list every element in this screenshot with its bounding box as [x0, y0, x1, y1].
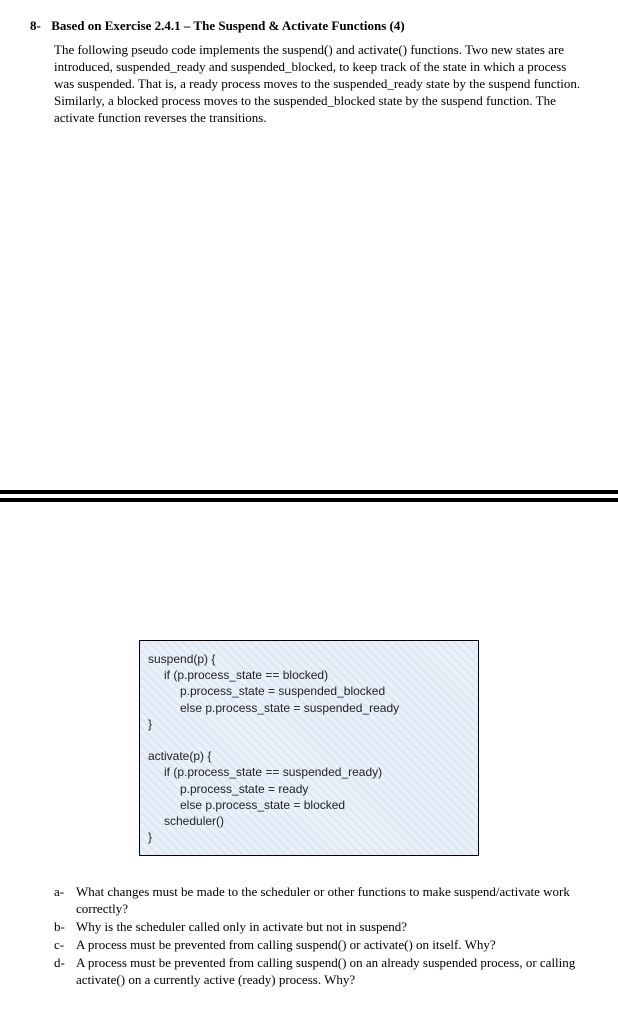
- question-text: Why is the scheduler called only in acti…: [76, 919, 588, 936]
- code-line: p.process_state = suspended_blocked: [148, 683, 470, 699]
- code-line: if (p.process_state == blocked): [148, 667, 470, 683]
- question-title: Based on Exercise 2.4.1 – The Suspend & …: [51, 18, 404, 33]
- question-label: d-: [54, 955, 76, 989]
- divider-line-1: [0, 490, 618, 494]
- intro-paragraph: The following pseudo code implements the…: [54, 42, 588, 126]
- page-divider: [0, 490, 618, 506]
- subquestions: a- What changes must be made to the sche…: [54, 884, 588, 988]
- question-number: 8-: [30, 18, 48, 34]
- code-line: }: [148, 716, 470, 732]
- question-b: b- Why is the scheduler called only in a…: [54, 919, 588, 936]
- question-label: b-: [54, 919, 76, 936]
- code-line: else p.process_state = blocked: [148, 797, 470, 813]
- question-a: a- What changes must be made to the sche…: [54, 884, 588, 918]
- question-heading: 8- Based on Exercise 2.4.1 – The Suspend…: [30, 18, 588, 34]
- page-bottom: suspend(p) { if (p.process_state == bloc…: [0, 640, 618, 990]
- pseudocode-box: suspend(p) { if (p.process_state == bloc…: [139, 640, 479, 856]
- page-top: 8- Based on Exercise 2.4.1 – The Suspend…: [0, 0, 618, 126]
- question-text: What changes must be made to the schedul…: [76, 884, 588, 918]
- divider-line-2: [0, 498, 618, 502]
- question-d: d- A process must be prevented from call…: [54, 955, 588, 989]
- code-line: }: [148, 829, 470, 845]
- question-label: c-: [54, 937, 76, 954]
- question-text: A process must be prevented from calling…: [76, 955, 588, 989]
- code-line: p.process_state = ready: [148, 781, 470, 797]
- code-line: if (p.process_state == suspended_ready): [148, 764, 470, 780]
- code-line: else p.process_state = suspended_ready: [148, 700, 470, 716]
- code-line: suspend(p) {: [148, 651, 470, 667]
- question-c: c- A process must be prevented from call…: [54, 937, 588, 954]
- question-text: A process must be prevented from calling…: [76, 937, 588, 954]
- code-line: [148, 732, 470, 748]
- question-label: a-: [54, 884, 76, 918]
- code-line: activate(p) {: [148, 748, 470, 764]
- code-line: scheduler(): [148, 813, 470, 829]
